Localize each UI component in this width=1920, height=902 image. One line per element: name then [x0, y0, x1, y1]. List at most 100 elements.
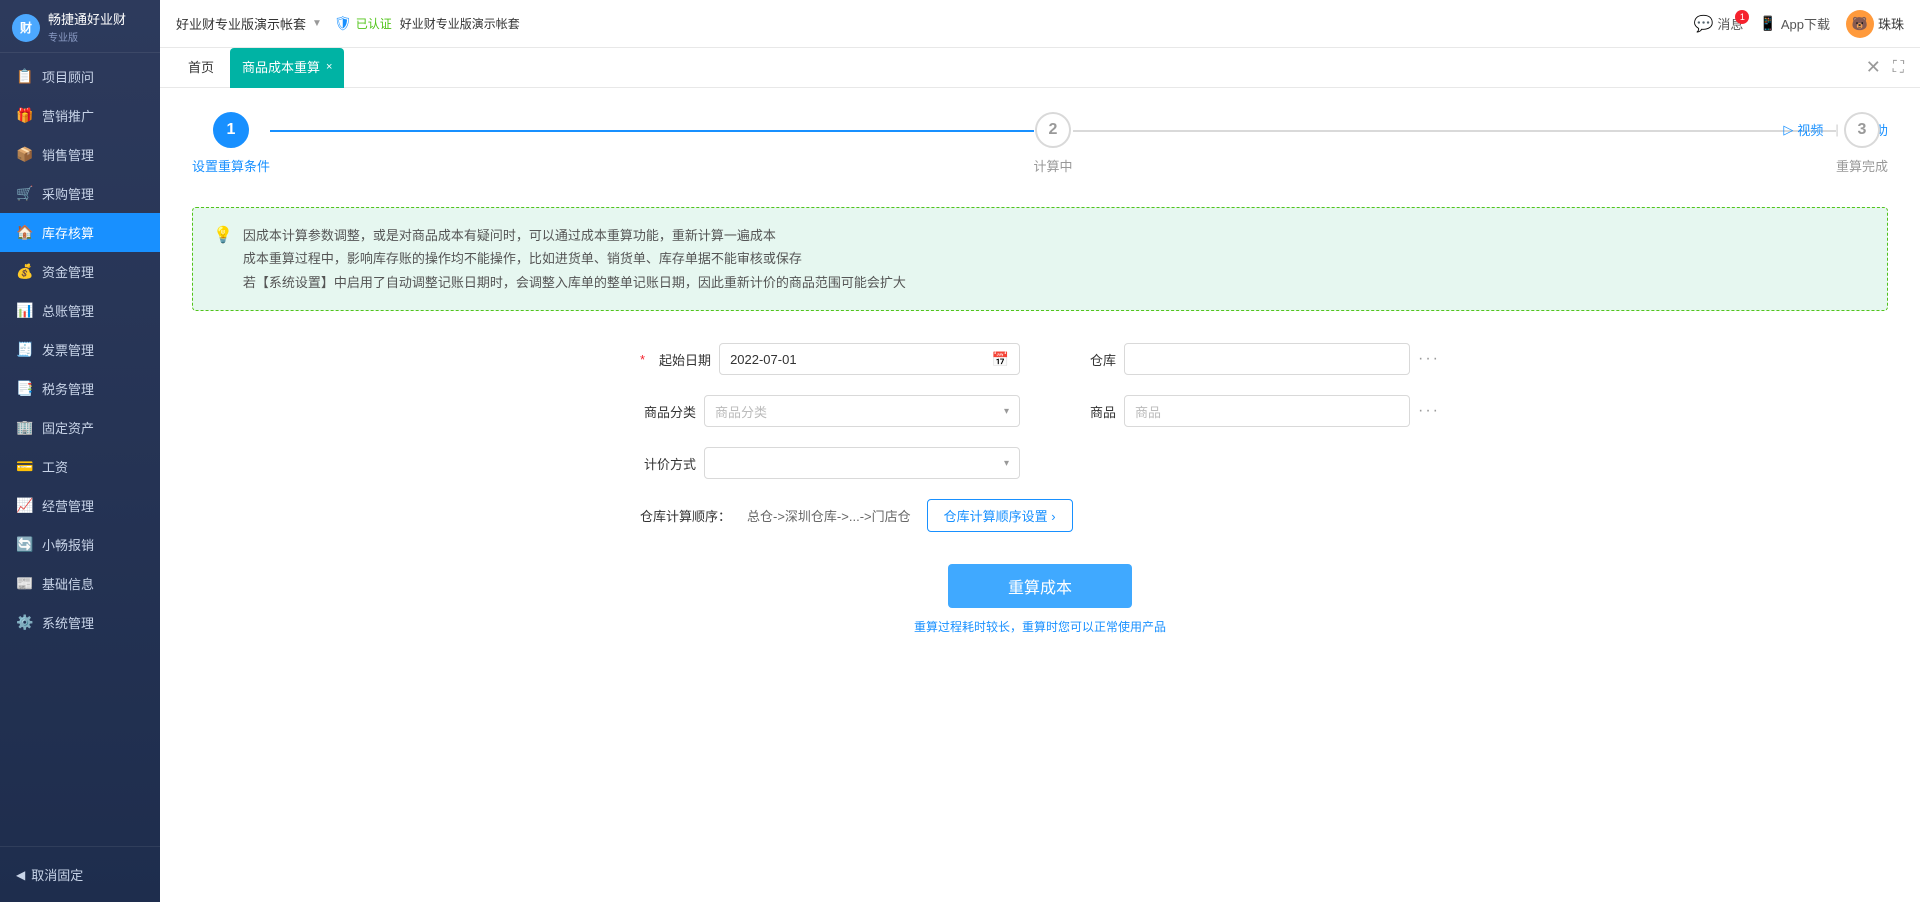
step-1-num: 1 [227, 121, 236, 139]
info-line-1: 因成本计算参数调整，或是对商品成本有疑问时，可以通过成本重算功能，重新计算一遍成… [243, 224, 906, 247]
stepper: 1 设置重算条件 2 计算中 3 重算完成 ▷ 视频 | [192, 112, 1888, 175]
step-line-1 [270, 130, 1033, 132]
header: 好业财专业版演示帐套 ▼ 🛡 已认证 好业财专业版演示帐套 💬 消息 1 📱 A… [160, 0, 1920, 48]
sidebar-bottom: ◀ 取消固定 [0, 846, 160, 902]
tab-cost-recalc[interactable]: 商品成本重算 × [230, 48, 344, 88]
main-area: 好业财专业版演示帐套 ▼ 🛡 已认证 好业财专业版演示帐套 💬 消息 1 📱 A… [160, 0, 1920, 902]
app-download-button[interactable]: 📱 App下载 [1759, 14, 1830, 33]
message-badge: 1 [1735, 10, 1749, 24]
sidebar-item-finance[interactable]: 💰 资金管理 [0, 252, 160, 291]
price-method-group: 计价方式 ▾ [640, 447, 1020, 479]
sidebar-label-sales: 销售管理 [42, 145, 94, 164]
tab-cost-label: 商品成本重算 [242, 57, 320, 76]
sidebar-item-system[interactable]: ⚙️ 系统管理 [0, 603, 160, 642]
sidebar-label-invoice: 发票管理 [42, 340, 94, 359]
step-2-num: 2 [1049, 121, 1058, 139]
tab-bar: 首页 商品成本重算 × ✕ ⛶ [160, 48, 1920, 88]
price-method-select[interactable]: ▾ [704, 447, 1020, 479]
sidebar-label-purchase: 采购管理 [42, 184, 94, 203]
dropdown-arrow-icon: ▼ [312, 18, 322, 29]
category-label: 商品分类 [640, 402, 696, 421]
calendar-icon[interactable]: 📅 [992, 351, 1009, 368]
purchase-icon: 🛒 [16, 184, 34, 202]
sidebar-item-invoice[interactable]: 🧾 发票管理 [0, 330, 160, 369]
close-window-icon[interactable]: ✕ [1866, 57, 1881, 78]
app-name: 畅捷通好业财 [48, 12, 126, 29]
recalc-button[interactable]: 重算成本 [948, 564, 1132, 608]
user-profile[interactable]: 🐻 珠珠 [1846, 10, 1904, 38]
step-1-circle: 1 [213, 112, 249, 148]
tab-home[interactable]: 首页 [176, 48, 226, 88]
recalc-note: 重算过程耗时较长，重算时您可以正常使用产品 [640, 618, 1440, 635]
sidebar-label-operation: 经营管理 [42, 496, 94, 515]
warehouse-dots-button[interactable]: ··· [1418, 350, 1440, 368]
sidebar-logo: 财 畅捷通好业财 专业版 [0, 0, 160, 53]
sidebar-item-sales[interactable]: 📦 销售管理 [0, 135, 160, 174]
goods-dots-button[interactable]: ··· [1418, 402, 1440, 420]
goods-input[interactable]: 商品 [1124, 395, 1410, 427]
salary-icon: 💳 [16, 457, 34, 475]
sidebar-label-salary: 工资 [42, 457, 68, 476]
start-date-input[interactable]: 2022-07-01 📅 [719, 343, 1020, 375]
info-icon: 💡 [213, 225, 233, 294]
sidebar-item-assets[interactable]: 🏢 固定资产 [0, 408, 160, 447]
warehouse-input[interactable] [1124, 343, 1410, 375]
sidebar-item-project[interactable]: 📋 项目顾问 [0, 57, 160, 96]
accounting-icon: 📊 [16, 301, 34, 319]
sidebar-item-operation[interactable]: 📈 经营管理 [0, 486, 160, 525]
finance-icon: 💰 [16, 262, 34, 280]
header-right: 💬 消息 1 📱 App下载 🐻 珠珠 [1693, 10, 1904, 38]
sidebar-item-marketing[interactable]: 🎁 营销推广 [0, 96, 160, 135]
marketing-icon: 🎁 [16, 106, 34, 124]
step-3-label: 重算完成 [1836, 156, 1888, 175]
message-icon: 💬 [1693, 14, 1713, 34]
sidebar-label-finance: 资金管理 [42, 262, 94, 281]
sidebar-item-tax[interactable]: 📑 税务管理 [0, 369, 160, 408]
tab-close-icon[interactable]: × [326, 61, 332, 73]
sidebar-item-salary[interactable]: 💳 工资 [0, 447, 160, 486]
sidebar-label-assets: 固定资产 [42, 418, 94, 437]
warehouse-group: 仓库 ··· [1060, 343, 1440, 375]
category-arrow-icon: ▾ [1004, 406, 1009, 417]
cancel-fixed-button[interactable]: ◀ 取消固定 [0, 855, 160, 894]
sidebar-item-accounting[interactable]: 📊 总账管理 [0, 291, 160, 330]
category-select[interactable]: 商品分类 ▾ [704, 395, 1020, 427]
sidebar-label-project: 项目顾问 [42, 67, 94, 86]
step-line-2 [1073, 130, 1836, 132]
video-link[interactable]: ▷ 视频 [1783, 120, 1823, 139]
price-method-label: 计价方式 [640, 454, 696, 473]
step-2-label: 计算中 [1034, 156, 1073, 175]
warehouse-order-row: 仓库计算顺序： 总仓->深圳仓库->...->门店仓 仓库计算顺序设置 › [640, 499, 1440, 532]
info-box-content: 因成本计算参数调整，或是对商品成本有疑问时，可以通过成本重算功能，重新计算一遍成… [243, 224, 906, 294]
header-left: 好业财专业版演示帐套 ▼ 🛡 已认证 好业财专业版演示帐套 [176, 14, 520, 33]
step-1: 1 设置重算条件 [192, 112, 270, 175]
sidebar-nav: 📋 项目顾问 🎁 营销推广 📦 销售管理 🛒 采购管理 🏠 库存核算 💰 资金管… [0, 53, 160, 846]
form-row-3: 计价方式 ▾ [640, 447, 1440, 479]
message-button[interactable]: 💬 消息 1 [1693, 14, 1743, 34]
sidebar-item-report[interactable]: 🔄 小畅报销 [0, 525, 160, 564]
system-icon: ⚙️ [16, 613, 34, 631]
sidebar-label-basic: 基础信息 [42, 574, 94, 593]
sidebar-item-purchase[interactable]: 🛒 采购管理 [0, 174, 160, 213]
start-date-value: 2022-07-01 [730, 352, 797, 367]
sidebar-item-basic[interactable]: 📰 基础信息 [0, 564, 160, 603]
price-arrow-icon: ▾ [1004, 458, 1009, 469]
recalc-btn-label: 重算成本 [1008, 580, 1072, 597]
sidebar-label-accounting: 总账管理 [42, 301, 94, 320]
step-2: 2 计算中 [1034, 112, 1073, 175]
sidebar-item-inventory[interactable]: 🏠 库存核算 [0, 213, 160, 252]
project-icon: 📋 [16, 67, 34, 85]
account-selector[interactable]: 好业财专业版演示帐套 ▼ [176, 14, 322, 33]
sidebar-label-marketing: 营销推广 [42, 106, 94, 125]
info-line-2: 成本重算过程中，影响库存账的操作均不能操作，比如进货单、销货单、库存单据不能审核… [243, 247, 906, 270]
expand-window-icon[interactable]: ⛶ [1893, 59, 1904, 77]
app-logo-icon: 财 [12, 14, 40, 42]
phone-icon: 📱 [1759, 15, 1776, 32]
sidebar-label-system: 系统管理 [42, 613, 94, 632]
content-area: 1 设置重算条件 2 计算中 3 重算完成 ▷ 视频 | [160, 88, 1920, 902]
form-row-2: 商品分类 商品分类 ▾ 商品 商品 ··· [640, 395, 1440, 427]
warehouse-order-path: 总仓->深圳仓库->...->门店仓 [747, 506, 911, 525]
sidebar-label-report: 小畅报销 [42, 535, 94, 554]
warehouse-order-settings-button[interactable]: 仓库计算顺序设置 › [927, 499, 1073, 532]
step-3-circle: 3 [1844, 112, 1880, 148]
